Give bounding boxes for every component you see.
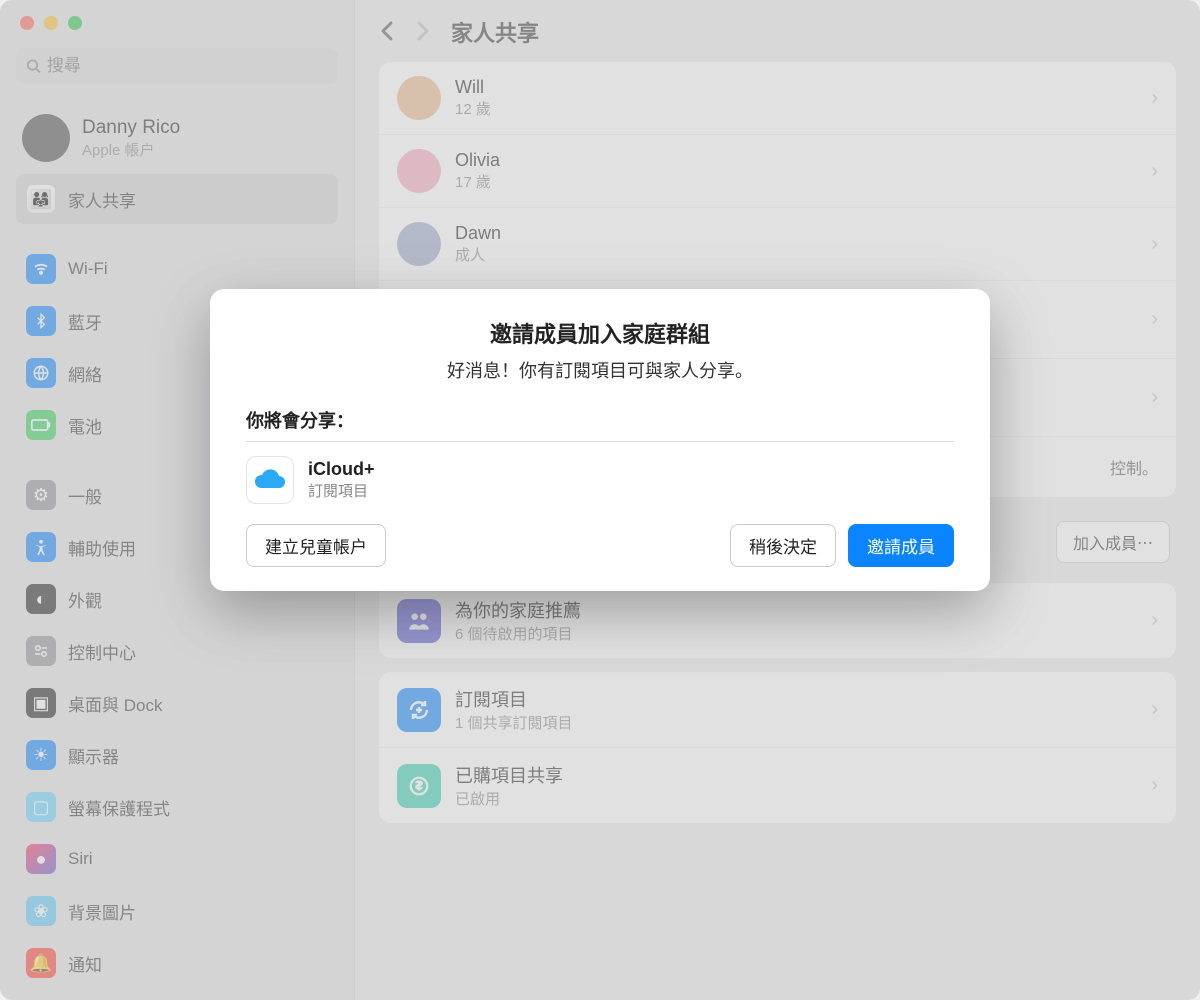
share-item-row: iCloud+ 訂閱項目: [246, 442, 954, 524]
modal-share-label: 你將會分享：: [246, 407, 954, 442]
invite-modal: 邀請成員加入家庭群組 好消息！你有訂閱項目可與家人分享。 你將會分享： iClo…: [210, 289, 990, 591]
icloud-icon: [246, 456, 294, 504]
share-item-title: iCloud+: [308, 459, 375, 480]
decide-later-button[interactable]: 稍後決定: [730, 524, 836, 567]
share-item-sub: 訂閱項目: [308, 480, 375, 501]
modal-subtitle: 好消息！你有訂閱項目可與家人分享。: [246, 357, 954, 383]
modal-overlay: 邀請成員加入家庭群組 好消息！你有訂閱項目可與家人分享。 你將會分享： iClo…: [0, 0, 1200, 1000]
settings-window: Danny Rico Apple 帳户 👨‍👩‍👧 家人共享 Wi-Fi 藍牙: [0, 0, 1200, 1000]
modal-title: 邀請成員加入家庭群組: [246, 317, 954, 349]
create-child-account-button[interactable]: 建立兒童帳户: [246, 524, 386, 567]
invite-members-button[interactable]: 邀請成員: [848, 524, 954, 567]
